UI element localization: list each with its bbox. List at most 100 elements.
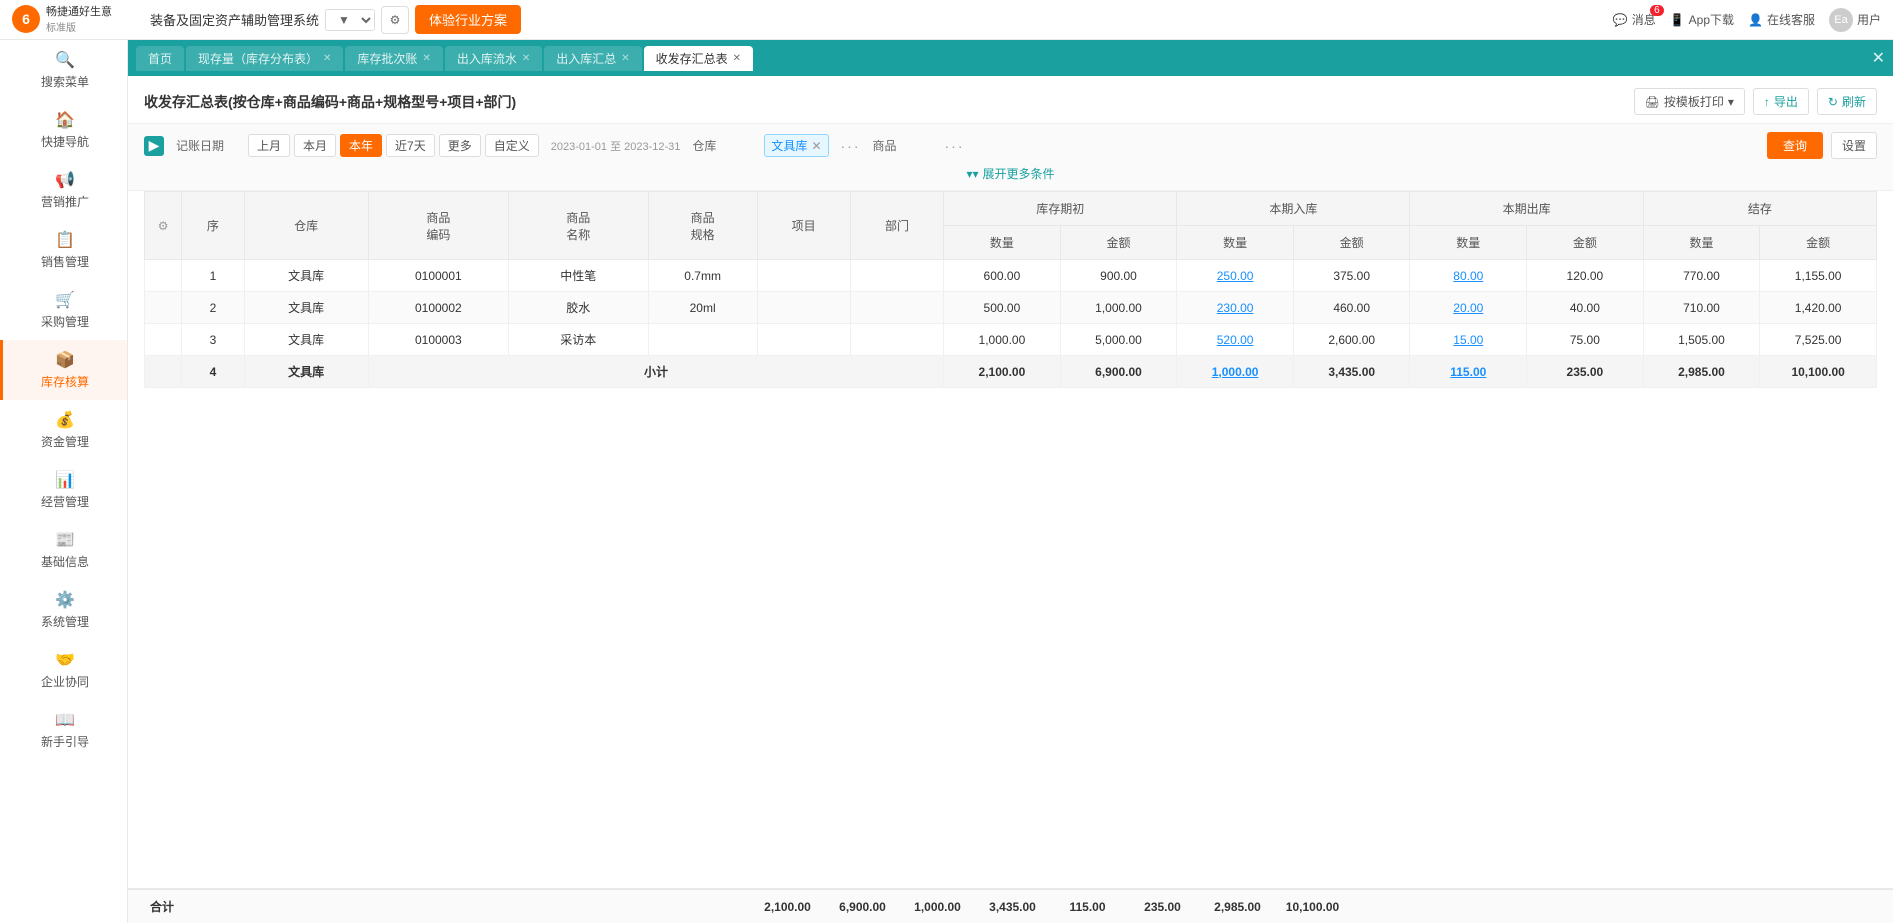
tab-close-batch[interactable]: ✕ bbox=[422, 53, 430, 64]
footer-in-qty: 1,000.00 bbox=[900, 900, 975, 914]
system-dropdown[interactable]: ▼ bbox=[325, 9, 375, 31]
settings-icon-button[interactable]: ⚙ bbox=[381, 6, 409, 34]
date-btn-more[interactable]: 更多 bbox=[439, 134, 481, 157]
row-name: 中性笔 bbox=[508, 260, 648, 292]
purchase-icon: 🛒 bbox=[55, 290, 75, 310]
subtotal-num: 4 bbox=[182, 356, 244, 388]
date-buttons: 上月 本月 本年 近7天 更多 自定义 bbox=[248, 134, 539, 157]
row-out-qty[interactable]: 15.00 bbox=[1410, 324, 1527, 356]
column-settings-icon[interactable]: ⚙ bbox=[158, 219, 169, 233]
row-in-qty[interactable]: 250.00 bbox=[1177, 260, 1294, 292]
sidebar-item-operation[interactable]: 📊 经营管理 bbox=[0, 460, 127, 520]
sidebar-item-quicknav[interactable]: 🏠 快捷导航 bbox=[0, 100, 127, 160]
export-button[interactable]: ↑ 导出 bbox=[1753, 88, 1809, 115]
tab-home[interactable]: 首页 bbox=[136, 46, 184, 71]
refresh-button[interactable]: ↻ 刷新 bbox=[1817, 88, 1877, 115]
subtotal-out-qty: 115.00 bbox=[1410, 356, 1527, 388]
finance-icon: 💰 bbox=[55, 410, 75, 430]
goods-more-dots[interactable]: ··· bbox=[945, 138, 965, 154]
row-in-amt: 2,600.00 bbox=[1293, 324, 1410, 356]
filter-toggle-button[interactable]: ▶ bbox=[144, 136, 164, 156]
subtotal-settings bbox=[145, 356, 182, 388]
date-filter-label: 记账日期 bbox=[176, 137, 236, 154]
sidebar-item-guide[interactable]: 📖 新手引导 bbox=[0, 700, 127, 760]
row-opening-qty: 1,000.00 bbox=[944, 324, 1061, 356]
row-out-amt: 120.00 bbox=[1527, 260, 1644, 292]
table-container: ⚙ 序 仓库 商品编码 商品名称 商品规格 项目 部门 库存期初 本期入库 本期… bbox=[128, 191, 1893, 404]
row-in-qty[interactable]: 230.00 bbox=[1177, 292, 1294, 324]
download-icon: 📱 bbox=[1670, 13, 1685, 27]
sidebar-item-label: 库存核算 bbox=[41, 373, 89, 390]
search-icon: 🔍 bbox=[55, 50, 75, 70]
online-service-button[interactable]: 👤 在线客服 bbox=[1748, 11, 1815, 28]
sidebar-item-marketing[interactable]: 📢 营销推广 bbox=[0, 160, 127, 220]
tab-flow[interactable]: 出入库流水 ✕ bbox=[445, 46, 542, 71]
tab-close-receive-summary[interactable]: ✕ bbox=[733, 53, 741, 64]
warehouse-tag-close[interactable]: ✕ bbox=[811, 139, 821, 153]
date-btn-custom[interactable]: 自定义 bbox=[485, 134, 539, 157]
user-button[interactable]: Ea 用户 bbox=[1829, 8, 1881, 32]
row-out-amt: 40.00 bbox=[1527, 292, 1644, 324]
table-header-closing-amt: 金额 bbox=[1760, 226, 1877, 260]
row-num: 3 bbox=[182, 324, 244, 356]
settings-small-button[interactable]: 设置 bbox=[1831, 132, 1877, 159]
date-btn-this-month[interactable]: 本月 bbox=[294, 134, 336, 157]
row-opening-amt: 5,000.00 bbox=[1060, 324, 1177, 356]
trial-button[interactable]: 体验行业方案 bbox=[415, 5, 521, 34]
tab-receive-summary[interactable]: 收发存汇总表 ✕ bbox=[644, 46, 753, 71]
row-spec: 0.7mm bbox=[648, 260, 757, 292]
tab-close-summary[interactable]: ✕ bbox=[621, 53, 629, 64]
table-row: 1 文具库 0100001 中性笔 0.7mm 600.00 900.00 25… bbox=[145, 260, 1877, 292]
row-spec: 20ml bbox=[648, 292, 757, 324]
sidebar-item-finance[interactable]: 💰 资金管理 bbox=[0, 400, 127, 460]
date-btn-this-year[interactable]: 本年 bbox=[340, 134, 382, 157]
sidebar-item-system[interactable]: ⚙️ 系统管理 bbox=[0, 580, 127, 640]
print-button[interactable]: 🖨 按模板打印 ▾ bbox=[1634, 88, 1745, 115]
row-in-qty[interactable]: 520.00 bbox=[1177, 324, 1294, 356]
warehouse-tag-value: 文具库 bbox=[771, 137, 807, 154]
message-button[interactable]: 💬 消息 6 bbox=[1613, 11, 1656, 28]
sidebar-item-label: 企业协同 bbox=[41, 673, 89, 690]
query-button[interactable]: 查询 bbox=[1767, 132, 1823, 159]
row-warehouse: 文具库 bbox=[244, 324, 368, 356]
filter-row-1: ▶ 记账日期 上月 本月 本年 近7天 更多 自定义 2023-01-01 至 … bbox=[144, 132, 1877, 159]
warehouse-filter-label: 仓库 bbox=[692, 137, 752, 154]
user-label: 用户 bbox=[1857, 11, 1881, 28]
subtotal-opening-qty: 2,100.00 bbox=[944, 356, 1061, 388]
online-service-label: 在线客服 bbox=[1767, 11, 1815, 28]
sidebar-item-purchase[interactable]: 🛒 采购管理 bbox=[0, 280, 127, 340]
app-download-button[interactable]: 📱 App下载 bbox=[1670, 11, 1734, 28]
row-num: 2 bbox=[182, 292, 244, 324]
tab-stock-dist[interactable]: 现存量（库存分布表） ✕ bbox=[186, 46, 343, 71]
sidebar-item-inventory[interactable]: 📦 库存核算 bbox=[0, 340, 127, 400]
sidebar-item-enterprise[interactable]: 🤝 企业协同 bbox=[0, 640, 127, 700]
row-project bbox=[757, 260, 850, 292]
expand-icon: ▾▾ bbox=[966, 167, 978, 181]
logo-area: 6 畅捷通好生意 标准版 bbox=[12, 5, 140, 34]
sidebar: 🔍 搜索菜单 🏠 快捷导航 📢 营销推广 📋 销售管理 🛒 采购管理 📦 库存核… bbox=[0, 40, 128, 923]
row-settings bbox=[145, 324, 182, 356]
operation-icon: 📊 bbox=[55, 470, 75, 490]
table-header-settings: ⚙ bbox=[145, 192, 182, 260]
app-download-label: App下载 bbox=[1689, 11, 1734, 28]
page-content: 收发存汇总表(按仓库+商品编码+商品+规格型号+项目+部门) 🖨 按模板打印 ▾… bbox=[128, 76, 1893, 888]
tab-close-stock-dist[interactable]: ✕ bbox=[323, 53, 331, 64]
date-btn-last-month[interactable]: 上月 bbox=[248, 134, 290, 157]
footer-opening-amt: 6,900.00 bbox=[825, 900, 900, 914]
sidebar-item-search[interactable]: 🔍 搜索菜单 bbox=[0, 40, 127, 100]
tab-label: 首页 bbox=[148, 50, 172, 67]
table-header-opening-qty: 数量 bbox=[944, 226, 1061, 260]
tab-batch[interactable]: 库存批次账 ✕ bbox=[345, 46, 442, 71]
goods-filter-label: 商品 bbox=[873, 137, 933, 154]
sidebar-item-sales[interactable]: 📋 销售管理 bbox=[0, 220, 127, 280]
home-icon: 🏠 bbox=[55, 110, 75, 130]
tab-summary[interactable]: 出入库汇总 ✕ bbox=[544, 46, 641, 71]
sidebar-item-base[interactable]: 📰 基础信息 bbox=[0, 520, 127, 580]
tab-close-flow[interactable]: ✕ bbox=[522, 53, 530, 64]
date-btn-7days[interactable]: 近7天 bbox=[386, 134, 435, 157]
expand-more-button[interactable]: ▾▾ 展开更多条件 bbox=[966, 165, 1054, 182]
row-out-qty[interactable]: 80.00 bbox=[1410, 260, 1527, 292]
row-out-qty[interactable]: 20.00 bbox=[1410, 292, 1527, 324]
warehouse-more-dots[interactable]: ··· bbox=[841, 138, 861, 154]
close-all-tabs-button[interactable]: ✕ bbox=[1872, 48, 1885, 68]
